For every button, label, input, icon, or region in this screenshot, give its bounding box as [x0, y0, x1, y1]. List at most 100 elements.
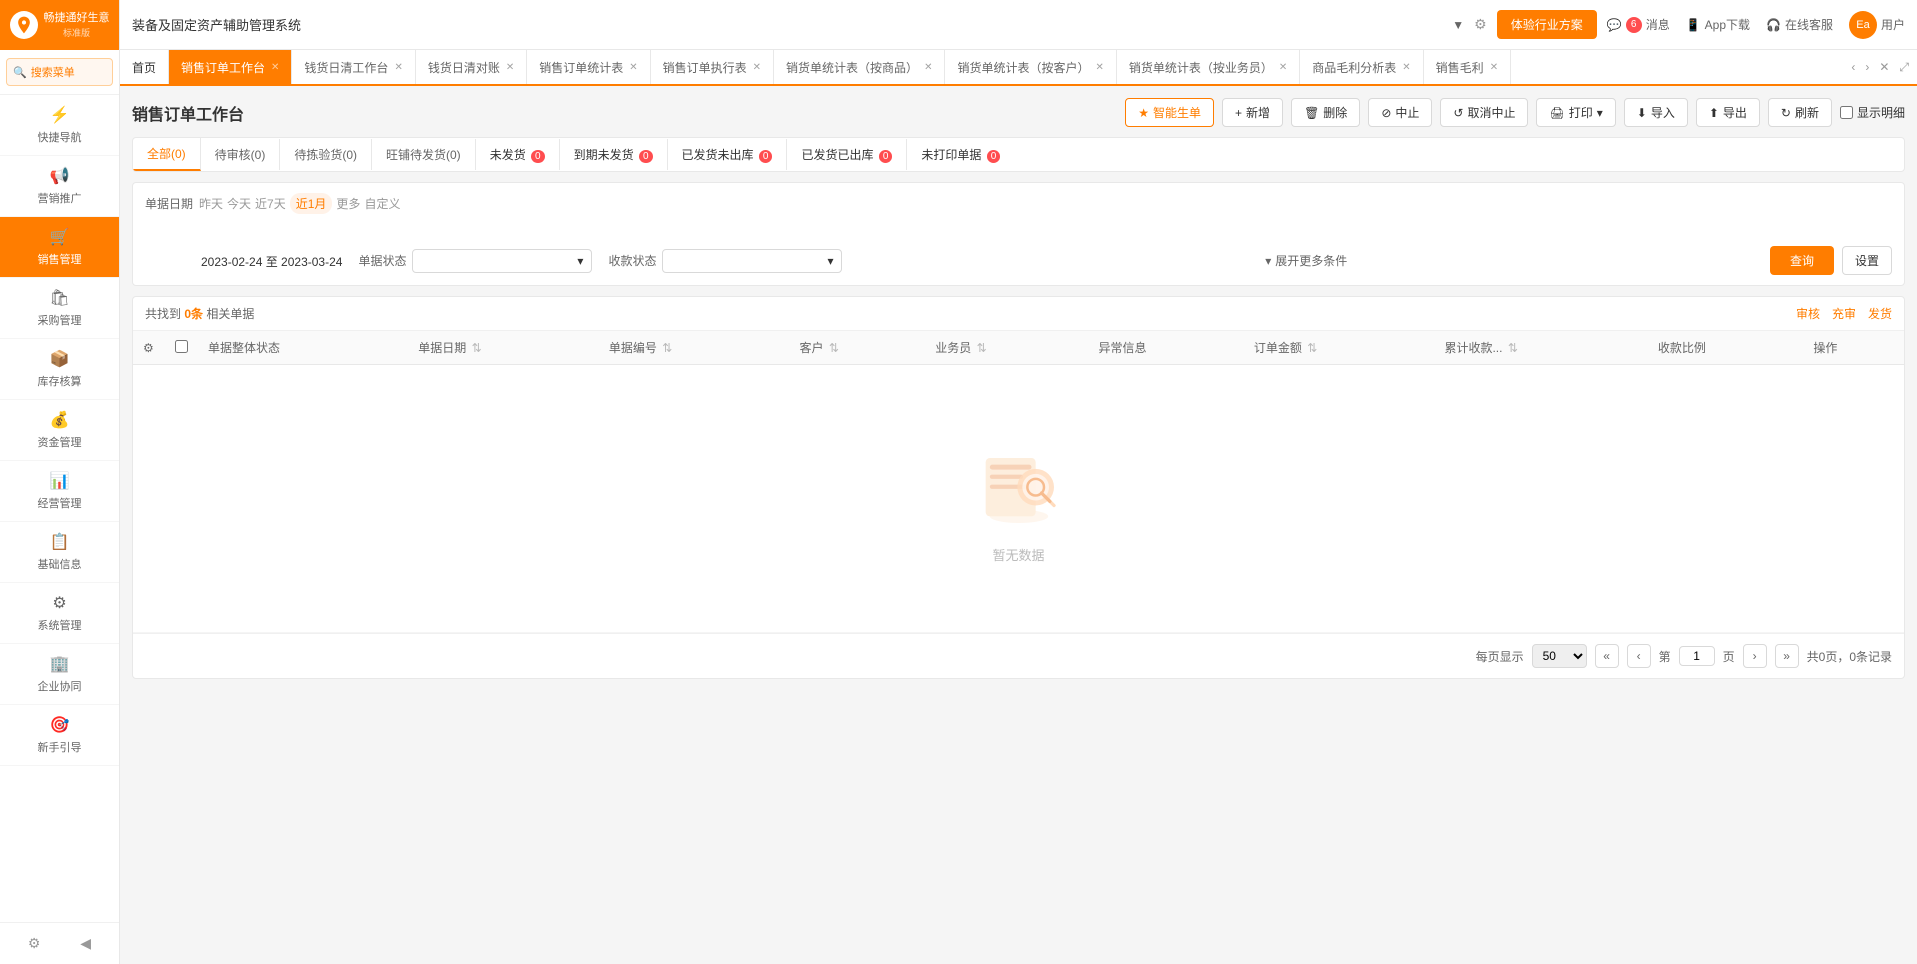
tab-cash-daily[interactable]: 钱货日清工作台 ✕	[292, 50, 415, 85]
tab-sales-exec[interactable]: 销售订单执行表 ✕	[651, 50, 774, 85]
status-select-arrow: ▾	[577, 254, 583, 268]
next-page-button[interactable]: ›	[1743, 644, 1767, 668]
message-action[interactable]: 💬 6 消息	[1607, 16, 1670, 33]
sidebar-item-base-info[interactable]: 📋 基础信息	[0, 522, 119, 583]
industry-btn[interactable]: 体验行业方案	[1497, 10, 1597, 39]
th-staff[interactable]: 业务员 ⇅	[925, 331, 1088, 365]
shortcut-today[interactable]: 今天	[227, 195, 251, 212]
tab-margin-analysis[interactable]: 商品毛利分析表 ✕	[1300, 50, 1423, 85]
review-action-btn[interactable]: 审核	[1796, 305, 1820, 322]
show-detail-label[interactable]: 显示明细	[1840, 104, 1905, 121]
collapse-button[interactable]: ◀	[76, 931, 95, 956]
sidebar-item-purchase[interactable]: 🛍 采购管理	[0, 278, 119, 339]
filter-tab-not-shipped[interactable]: 未发货 0	[476, 139, 560, 170]
cancel-review-action-btn[interactable]: 充审	[1832, 305, 1856, 322]
page-size-select[interactable]: 50 100 200	[1532, 644, 1587, 668]
tab-scroll-left-button[interactable]: ‹	[1847, 58, 1859, 76]
refresh-button[interactable]: ↻ 刷新	[1768, 98, 1832, 127]
sidebar-item-sales[interactable]: 🛒 销售管理	[0, 217, 119, 278]
th-date[interactable]: 单据日期 ⇅	[408, 331, 599, 365]
tab-close-icon[interactable]: ✕	[506, 62, 514, 73]
show-detail-checkbox[interactable]	[1840, 106, 1853, 119]
query-button[interactable]: 查询	[1770, 246, 1834, 275]
tab-sales-profit[interactable]: 销售毛利 ✕	[1424, 50, 1511, 85]
delete-button[interactable]: 🗑 删除	[1291, 98, 1360, 127]
sidebar-item-enterprise[interactable]: 🏢 企业协同	[0, 644, 119, 705]
date-range-text: 2023-02-24 至 2023-03-24	[201, 253, 342, 270]
tab-sales-stats[interactable]: 销售订单统计表 ✕	[527, 50, 650, 85]
tab-scroll-right-button[interactable]: ›	[1861, 58, 1873, 76]
system-dropdown[interactable]: ▼	[1452, 18, 1464, 32]
print-button[interactable]: 🖨 打印 ▾	[1536, 98, 1615, 127]
filter-tab-shipped-in[interactable]: 已发货已出库 0	[787, 139, 907, 170]
tab-home[interactable]: 首页	[120, 50, 169, 85]
settings-button[interactable]: ⚙	[24, 931, 45, 956]
last-page-button[interactable]: »	[1775, 644, 1799, 668]
filter-tab-shipped-not-in[interactable]: 已发货未出库 0	[668, 139, 788, 170]
filter-tab-all[interactable]: 全部(0)	[133, 138, 201, 171]
tab-maximize-button[interactable]: ⤢	[1895, 58, 1913, 77]
th-received-label: 累计收款...	[1444, 341, 1502, 355]
new-button[interactable]: + 新增	[1222, 98, 1283, 127]
th-number[interactable]: 单据编号 ⇅	[599, 331, 790, 365]
tab-close-icon[interactable]: ✕	[394, 62, 402, 73]
tab-close-icon[interactable]: ✕	[629, 62, 637, 73]
tab-cash-reconcile[interactable]: 钱货日清对账 ✕	[416, 50, 527, 85]
filter-setting-button[interactable]: 设置	[1842, 246, 1892, 275]
filter-tab-pending-review[interactable]: 待审核(0)	[201, 139, 281, 170]
filter-tab-not-printed[interactable]: 未打印单据 0	[907, 139, 1014, 170]
prev-page-button[interactable]: ‹	[1627, 644, 1651, 668]
sidebar-item-quick-nav[interactable]: ⚡ 快捷导航	[0, 95, 119, 156]
ship-action-btn[interactable]: 发货	[1868, 305, 1892, 322]
table-settings-icon[interactable]: ⚙	[143, 341, 154, 355]
tab-close-icon[interactable]: ✕	[924, 62, 932, 73]
tab-close-icon[interactable]: ✕	[271, 62, 279, 73]
sidebar-item-finance[interactable]: 💰 资金管理	[0, 400, 119, 461]
import-button[interactable]: ⬇ 导入	[1624, 98, 1688, 127]
export-button[interactable]: ⬆ 导出	[1696, 98, 1760, 127]
shortcut-1month[interactable]: 近1月	[290, 193, 333, 214]
tab-close-all-button[interactable]: ✕	[1875, 58, 1893, 76]
topbar-settings-button[interactable]: ⚙	[1474, 16, 1487, 33]
tab-close-icon[interactable]: ✕	[1402, 62, 1410, 73]
user-action[interactable]: Ea 用户	[1849, 11, 1905, 39]
expand-more-btn[interactable]: ▾ 展开更多条件	[1265, 252, 1347, 269]
shortcut-yesterday[interactable]: 昨天	[199, 195, 223, 212]
shipped-not-in-badge: 0	[759, 150, 773, 163]
filter-tab-pending-inspect[interactable]: 待拣验货(0)	[280, 139, 372, 170]
page-number-input[interactable]	[1679, 646, 1715, 666]
sidebar-item-newbie[interactable]: 🎯 新手引导	[0, 705, 119, 766]
first-page-button[interactable]: «	[1595, 644, 1619, 668]
payment-select[interactable]: ▾	[662, 249, 842, 273]
tab-sales-product[interactable]: 销货单统计表（按商品） ✕	[774, 50, 945, 85]
cancel-stop-button[interactable]: ↺ 取消中止	[1440, 98, 1528, 127]
tab-sales-customer[interactable]: 销货单统计表（按客户） ✕	[945, 50, 1116, 85]
filter-tab-expired-not-shipped[interactable]: 到期未发货 0	[560, 139, 668, 170]
online-service-action[interactable]: 🎧 在线客服	[1766, 16, 1833, 33]
app-download-action[interactable]: 📱 App下载	[1686, 16, 1750, 33]
filter-tab-wangpu[interactable]: 旺铺待发货(0)	[372, 139, 476, 170]
tab-close-icon[interactable]: ✕	[753, 62, 761, 73]
search-menu-button[interactable]: 🔍 搜索菜单	[6, 58, 113, 86]
tab-close-icon[interactable]: ✕	[1490, 62, 1498, 73]
tab-sales-staff[interactable]: 销货单统计表（按业务员） ✕	[1117, 50, 1300, 85]
status-select[interactable]: ▾	[412, 249, 592, 273]
sidebar-item-system[interactable]: ⚙ 系统管理	[0, 583, 119, 644]
tab-close-icon[interactable]: ✕	[1095, 62, 1103, 73]
import-icon: ⬇	[1637, 106, 1647, 120]
sidebar-item-inventory[interactable]: 📦 库存核算	[0, 339, 119, 400]
shortcut-custom[interactable]: 自定义	[364, 195, 400, 212]
shortcut-7days[interactable]: 近7天	[255, 195, 286, 212]
th-customer[interactable]: 客户 ⇅	[789, 331, 925, 365]
sidebar-item-marketing[interactable]: 📢 营销推广	[0, 156, 119, 217]
th-status: 单据整体状态	[198, 331, 408, 365]
sidebar-item-operations[interactable]: 📊 经营管理	[0, 461, 119, 522]
smart-create-button[interactable]: ★ 智能生单	[1125, 98, 1214, 127]
tab-close-icon[interactable]: ✕	[1279, 62, 1287, 73]
th-received[interactable]: 累计收款... ⇅	[1434, 331, 1647, 365]
select-all-checkbox[interactable]	[175, 340, 188, 353]
stop-button[interactable]: ⊘ 中止	[1368, 98, 1432, 127]
th-amount[interactable]: 订单金额 ⇅	[1244, 331, 1435, 365]
shortcut-more[interactable]: 更多	[336, 195, 360, 212]
tab-sales-order-workbench[interactable]: 销售订单工作台 ✕	[169, 50, 292, 85]
